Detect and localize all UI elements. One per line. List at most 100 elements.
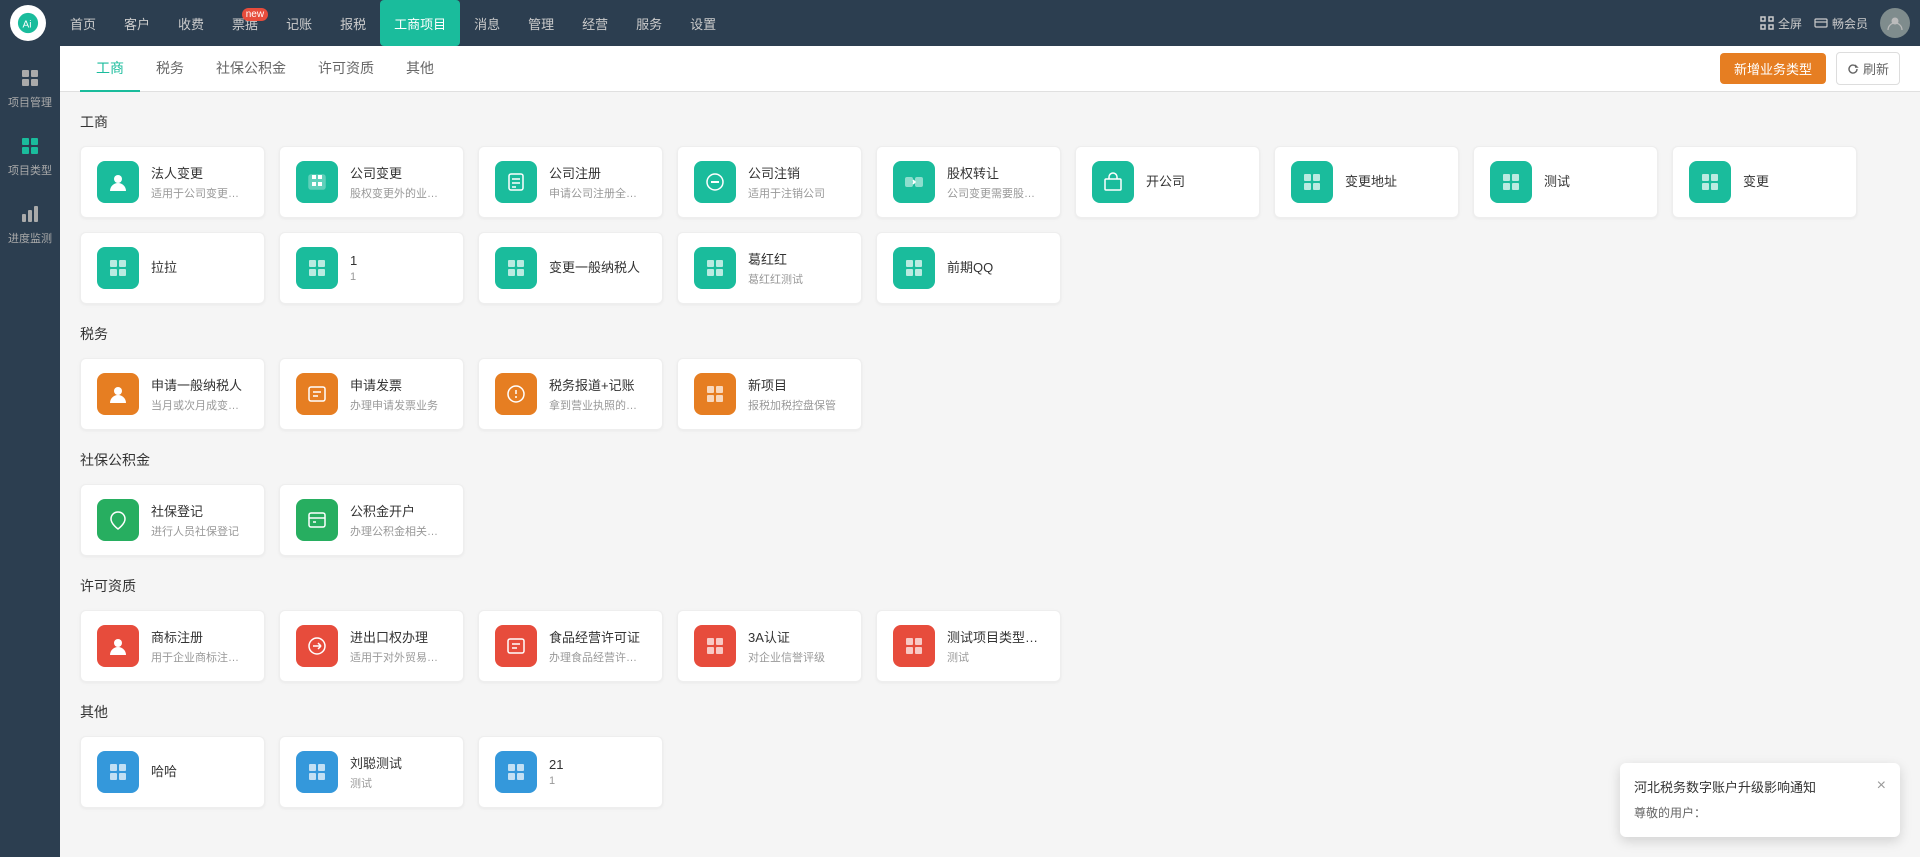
card-name: 变更	[1743, 171, 1840, 190]
card-gongsi-zhuce[interactable]: 公司注册 申请公司注册全流程	[478, 146, 663, 218]
card-icon-num1	[296, 247, 338, 289]
card-icon-qianqiQQ	[893, 247, 935, 289]
card-biangeng2[interactable]: 变更	[1672, 146, 1857, 218]
card-gehonghong[interactable]: 葛红红 葛红红测试	[677, 232, 862, 304]
card-name: 拉拉	[151, 257, 248, 276]
card-icon-gehonghong	[694, 247, 736, 289]
card-icon-dizhi	[1291, 161, 1333, 203]
card-desc: 申请公司注册全流程	[549, 185, 646, 201]
card-icon-gongsi-biangeng	[296, 161, 338, 203]
xuke-cards: 商标注册 用于企业商标注册服务 进出口权办理 适用于对外贸易经营者 食品经营	[80, 610, 1900, 682]
card-name: 3A认证	[748, 627, 845, 646]
card-shangbiao-zhuce[interactable]: 商标注册 用于企业商标注册服务	[80, 610, 265, 682]
card-shenqing-yiban[interactable]: 申请一般纳税人 当月或次月成变更完成	[80, 358, 265, 430]
card-jinchukou[interactable]: 进出口权办理 适用于对外贸易经营者	[279, 610, 464, 682]
sidebar-item-project-type[interactable]: 项目类型	[2, 124, 58, 188]
fullscreen-btn[interactable]: 全屏	[1760, 15, 1802, 32]
shuiwu-cards: 申请一般纳税人 当月或次月成变更完成 申请发票 办理申请发票业务 税务报道+	[80, 358, 1900, 430]
card-shuiwu-baodao[interactable]: 税务报道+记账 拿到营业执照的新公司	[478, 358, 663, 430]
nav-message[interactable]: 消息	[460, 0, 514, 46]
card-name: 申请一般纳税人	[151, 375, 248, 394]
card-name: 税务报道+记账	[549, 375, 646, 394]
sidebar-label-project-type: 项目类型	[8, 162, 52, 178]
card-ceshi-zdiy[interactable]: 测试项目类型自定义 测试	[876, 610, 1061, 682]
nav-home[interactable]: 首页	[56, 0, 110, 46]
card-haha[interactable]: 哈哈	[80, 736, 265, 808]
card-3a-renzheng[interactable]: 3A认证 对企业信誉评级	[677, 610, 862, 682]
notification-close-button[interactable]: ×	[1877, 777, 1886, 795]
gongshang-cards: 法人变更 适用于公司变更法人 公司变更 股权变更外的业务变更	[80, 146, 1900, 304]
nav-fee[interactable]: 收费	[164, 0, 218, 46]
card-xinxiangmu[interactable]: 新项目 报税加税控盘保管	[677, 358, 862, 430]
card-desc: 股权变更外的业务变更	[350, 185, 447, 201]
card-name: 开公司	[1146, 171, 1243, 190]
card-icon-xinxiangmu	[694, 373, 736, 415]
card-21[interactable]: 21 1	[478, 736, 663, 808]
nav-bizproject[interactable]: 工商项目	[380, 0, 460, 46]
card-biangeng-dizhi[interactable]: 变更地址	[1274, 146, 1459, 218]
section-title-qita: 其他	[80, 702, 1900, 722]
nav-settings[interactable]: 设置	[676, 0, 730, 46]
section-title-gongshang: 工商	[80, 112, 1900, 132]
notification-body: 尊敬的用户：	[1634, 804, 1886, 823]
card-icon-yiban	[495, 247, 537, 289]
card-name: 公积金开户	[350, 501, 447, 520]
card-desc: 办理公积金相关业务	[350, 523, 447, 539]
card-name: 商标注册	[151, 627, 248, 646]
card-biangeng-yiban[interactable]: 变更一般纳税人	[478, 232, 663, 304]
sidebar-item-progress[interactable]: 进度监测	[2, 192, 58, 256]
tab-gongshang[interactable]: 工商	[80, 46, 140, 92]
card-name: 刘聪测试	[350, 753, 447, 772]
card-gongsi-biangeng[interactable]: 公司变更 股权变更外的业务变更	[279, 146, 464, 218]
tab-xuke[interactable]: 许可资质	[302, 46, 390, 92]
card-ceshi[interactable]: 测试	[1473, 146, 1658, 218]
top-nav: Ai 首页 客户 收费 票据 new 记账 报税 工商项目 消息 管理 经营 服…	[0, 0, 1920, 46]
card-qianqi-qq[interactable]: 前期QQ	[876, 232, 1061, 304]
card-faren-biangeng[interactable]: 法人变更 适用于公司变更法人	[80, 146, 265, 218]
refresh-button[interactable]: 刷新	[1836, 52, 1900, 85]
nav-invoice[interactable]: 票据 new	[218, 0, 272, 46]
card-shipin-xuke[interactable]: 食品经营许可证 办理食品经营许可证	[478, 610, 663, 682]
card-gongsi-zhuxiao[interactable]: 公司注销 适用于注销公司	[677, 146, 862, 218]
nav-service[interactable]: 服务	[622, 0, 676, 46]
tab-shuiwu[interactable]: 税务	[140, 46, 200, 92]
tab-qita[interactable]: 其他	[390, 46, 450, 92]
new-badge: new	[242, 8, 268, 21]
card-icon-ceshi	[1490, 161, 1532, 203]
tab-shebao[interactable]: 社保公积金	[200, 46, 302, 92]
logo: Ai	[10, 5, 46, 41]
add-type-button[interactable]: 新增业务类型	[1720, 53, 1826, 84]
card-lala[interactable]: 拉拉	[80, 232, 265, 304]
card-desc: 测试	[350, 775, 447, 791]
card-icon-faren	[97, 161, 139, 203]
card-name: 食品经营许可证	[549, 627, 646, 646]
card-desc: 测试	[947, 649, 1044, 665]
chart-icon	[18, 202, 42, 226]
card-icon-guquan	[893, 161, 935, 203]
card-gongjijin-kaihu[interactable]: 公积金开户 办理公积金相关业务	[279, 484, 464, 556]
card-kaigongsi[interactable]: 开公司	[1075, 146, 1260, 218]
nav-manage[interactable]: 管理	[514, 0, 568, 46]
member-btn[interactable]: 畅会员	[1814, 15, 1868, 32]
nav-tax[interactable]: 报税	[326, 0, 380, 46]
card-desc: 对企业信誉评级	[748, 649, 845, 665]
nav-customer[interactable]: 客户	[110, 0, 164, 46]
card-guquan-zhuanrang[interactable]: 股权转让 公司变更需要股权转让	[876, 146, 1061, 218]
card-shenqing-fapiao[interactable]: 申请发票 办理申请发票业务	[279, 358, 464, 430]
card-shebao-dengji[interactable]: 社保登记 进行人员社保登记	[80, 484, 265, 556]
card-num1[interactable]: 1 1	[279, 232, 464, 304]
section-title-xuke: 许可资质	[80, 576, 1900, 596]
card-desc: 进行人员社保登记	[151, 523, 248, 539]
user-avatar[interactable]	[1880, 8, 1910, 38]
nav-operation[interactable]: 经营	[568, 0, 622, 46]
card-icon-3a	[694, 625, 736, 667]
card-name: 公司注册	[549, 163, 646, 182]
card-icon-zhuxiao	[694, 161, 736, 203]
sidebar-item-project-mgmt[interactable]: 项目管理	[2, 56, 58, 120]
card-name: 测试项目类型自定义	[947, 627, 1044, 646]
card-liucong-ceshi[interactable]: 刘聪测试 测试	[279, 736, 464, 808]
grid-icon	[18, 66, 42, 90]
nav-bookkeeping[interactable]: 记账	[272, 0, 326, 46]
card-desc: 当月或次月成变更完成	[151, 397, 248, 413]
card-name: 新项目	[748, 375, 845, 394]
